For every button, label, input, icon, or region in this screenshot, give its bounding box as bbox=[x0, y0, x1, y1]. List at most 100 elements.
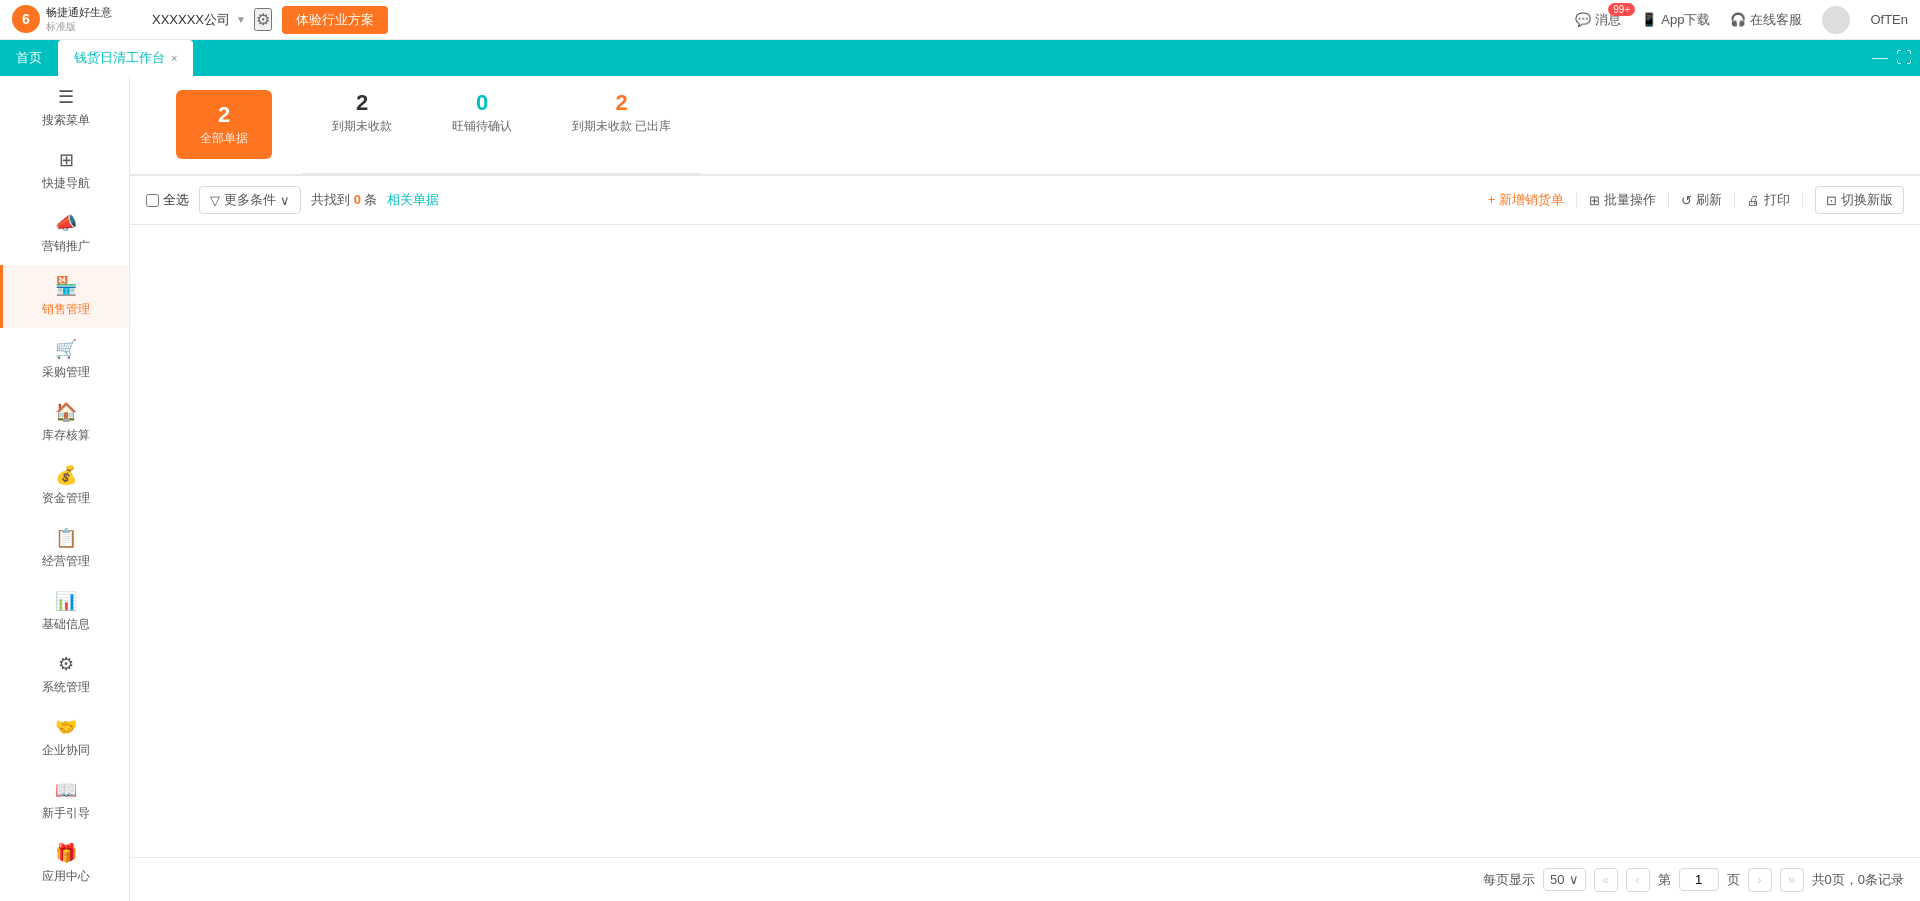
stat-tab-overdue[interactable]: 2 到期未收款 bbox=[302, 76, 422, 176]
user-name: OfTEn bbox=[1870, 12, 1908, 27]
message-button[interactable]: 💬 消息 99+ bbox=[1575, 11, 1621, 29]
page-size-select[interactable]: 50 ∨ bbox=[1543, 868, 1585, 891]
sidebar-item-purchase[interactable]: 🛒 采购管理 bbox=[0, 328, 129, 391]
sidebar-sales-label: 销售管理 bbox=[42, 301, 90, 318]
related-link[interactable]: 相关单据 bbox=[387, 191, 439, 209]
maximize-icon[interactable]: ⛶ bbox=[1896, 49, 1912, 67]
divider4 bbox=[1802, 192, 1803, 208]
sidebar-item-search[interactable]: ☰ 搜索菜单 bbox=[0, 76, 129, 139]
sidebar: ☰ 搜索菜单 ⊞ 快捷导航 📣 营销推广 🏪 销售管理 🛒 采购管理 🏠 库存核… bbox=[0, 76, 130, 901]
page-suffix: 页 bbox=[1727, 871, 1740, 889]
switch-icon: ⊡ bbox=[1826, 193, 1837, 208]
stat-wangpu-label: 旺铺待确认 bbox=[452, 118, 512, 135]
gift-icon: 🎁 bbox=[55, 842, 77, 864]
switch-version-button[interactable]: ⊡ 切换新版 bbox=[1815, 186, 1904, 214]
chevron-down-icon: ∨ bbox=[280, 193, 290, 208]
select-all-label: 全选 bbox=[163, 191, 189, 209]
sidebar-basics-label: 基础信息 bbox=[42, 616, 90, 633]
message-badge: 99+ bbox=[1608, 3, 1635, 16]
first-page-button[interactable]: « bbox=[1594, 868, 1618, 892]
sidebar-item-apps[interactable]: 🎁 应用中心 bbox=[0, 832, 129, 895]
batch-label: 批量操作 bbox=[1604, 191, 1656, 209]
sidebar-item-operations[interactable]: 📋 经营管理 bbox=[0, 517, 129, 580]
headset-icon: 🎧 bbox=[1730, 12, 1746, 27]
stat-outstock-label: 到期未收款 已出库 bbox=[572, 118, 671, 135]
message-icon: 💬 bbox=[1575, 12, 1591, 27]
app-download-button[interactable]: 📱 App下载 bbox=[1641, 11, 1710, 29]
toolbar-left: 全选 ▽ 更多条件 ∨ 共找到 0 条 相关单据 bbox=[146, 186, 1476, 214]
stats-tabs: 2 全部单据 2 到期未收款 0 旺铺待确认 2 到期未收款 已出库 bbox=[130, 76, 1920, 176]
found-count: 0 bbox=[354, 192, 361, 207]
tab-qhrc[interactable]: 钱货日清工作台 × bbox=[58, 40, 193, 76]
switch-label: 切换新版 bbox=[1841, 191, 1893, 209]
company-selector[interactable]: XXXXXX公司 ▼ bbox=[152, 11, 246, 29]
sidebar-item-enterprise[interactable]: 🤝 企业协同 bbox=[0, 706, 129, 769]
stat-overdue-label: 到期未收款 bbox=[332, 118, 392, 135]
shop-icon: 🏪 bbox=[55, 275, 77, 297]
batch-icon: ⊞ bbox=[1589, 193, 1600, 208]
sidebar-search-label: 搜索菜单 bbox=[42, 112, 90, 129]
last-page-button[interactable]: » bbox=[1780, 868, 1804, 892]
filter-button[interactable]: ▽ 更多条件 ∨ bbox=[199, 186, 301, 214]
print-button[interactable]: 🖨 打印 bbox=[1747, 191, 1790, 209]
sidebar-finance-label: 资金管理 bbox=[42, 490, 90, 507]
sidebar-item-wechat[interactable]: 💬 企业微信 bbox=[0, 895, 129, 901]
nav-tabs: 首页 钱货日清工作台 × — ⛶ bbox=[0, 40, 1920, 76]
sidebar-purchase-label: 采购管理 bbox=[42, 364, 90, 381]
sidebar-item-guide[interactable]: 📖 新手引导 bbox=[0, 769, 129, 832]
sidebar-enterprise-label: 企业协同 bbox=[42, 742, 90, 759]
table-area bbox=[130, 225, 1920, 857]
house-icon: 🏠 bbox=[55, 401, 77, 423]
stat-wangpu-number: 0 bbox=[476, 90, 488, 116]
sidebar-operations-label: 经营管理 bbox=[42, 553, 90, 570]
tab-close-icon[interactable]: × bbox=[171, 52, 177, 64]
found-unit: 条 bbox=[364, 192, 377, 207]
stat-overdue-number: 2 bbox=[356, 90, 368, 116]
divider3 bbox=[1734, 192, 1735, 208]
stat-all-bg: 2 全部单据 bbox=[176, 90, 272, 159]
settings-button[interactable]: ⚙ bbox=[254, 8, 272, 31]
search-icon: ☰ bbox=[58, 86, 74, 108]
sidebar-item-quick-nav[interactable]: ⊞ 快捷导航 bbox=[0, 139, 129, 202]
online-service-button[interactable]: 🎧 在线客服 bbox=[1730, 11, 1802, 29]
stat-tab-all[interactable]: 2 全部单据 bbox=[146, 76, 302, 176]
filter-label: 更多条件 bbox=[224, 191, 276, 209]
logo-area: 6 畅捷通好生意 标准版 bbox=[12, 5, 142, 33]
select-all-checkbox[interactable]: 全选 bbox=[146, 191, 189, 209]
book-icon: 📖 bbox=[55, 779, 77, 801]
minimize-icon[interactable]: — bbox=[1872, 49, 1888, 67]
batch-button[interactable]: ⊞ 批量操作 bbox=[1589, 191, 1656, 209]
found-prefix: 共找到 bbox=[311, 192, 350, 207]
next-page-button[interactable]: › bbox=[1748, 868, 1772, 892]
sidebar-item-inventory[interactable]: 🏠 库存核算 bbox=[0, 391, 129, 454]
industry-btn[interactable]: 体验行业方案 bbox=[282, 6, 388, 34]
sidebar-item-marketing[interactable]: 📣 营销推广 bbox=[0, 202, 129, 265]
sidebar-item-finance[interactable]: 💰 资金管理 bbox=[0, 454, 129, 517]
tab-home[interactable]: 首页 bbox=[0, 40, 58, 76]
per-page-label: 每页显示 bbox=[1483, 871, 1535, 889]
stat-all-number: 2 bbox=[200, 102, 248, 128]
grid-icon: ⊞ bbox=[59, 149, 74, 171]
phone-icon: 📱 bbox=[1641, 12, 1657, 27]
refresh-button[interactable]: ↺ 刷新 bbox=[1681, 191, 1722, 209]
page-label: 第 bbox=[1658, 871, 1671, 889]
prev-page-button[interactable]: ‹ bbox=[1626, 868, 1650, 892]
clipboard-icon: 📋 bbox=[55, 527, 77, 549]
table-icon: 📊 bbox=[55, 590, 77, 612]
page-size-value: 50 bbox=[1550, 872, 1564, 887]
stat-tab-wangpu[interactable]: 0 旺铺待确认 bbox=[422, 76, 542, 176]
add-sale-button[interactable]: + 新增销货单 bbox=[1488, 191, 1564, 209]
avatar[interactable] bbox=[1822, 6, 1850, 34]
stat-tab-outstock[interactable]: 2 到期未收款 已出库 bbox=[542, 76, 701, 176]
toolbar: 全选 ▽ 更多条件 ∨ 共找到 0 条 相关单据 + 新增销货单 ⊞ bbox=[130, 176, 1920, 225]
page-input[interactable] bbox=[1679, 868, 1719, 891]
home-tab-label: 首页 bbox=[16, 49, 42, 67]
sidebar-item-sales[interactable]: 🏪 销售管理 bbox=[0, 265, 129, 328]
select-all-input[interactable] bbox=[146, 194, 159, 207]
sidebar-item-basics[interactable]: 📊 基础信息 bbox=[0, 580, 129, 643]
sidebar-item-system[interactable]: ⚙ 系统管理 bbox=[0, 643, 129, 706]
stat-outstock-number: 2 bbox=[616, 90, 628, 116]
sidebar-marketing-label: 营销推广 bbox=[42, 238, 90, 255]
sidebar-system-label: 系统管理 bbox=[42, 679, 90, 696]
refresh-label: 刷新 bbox=[1696, 191, 1722, 209]
